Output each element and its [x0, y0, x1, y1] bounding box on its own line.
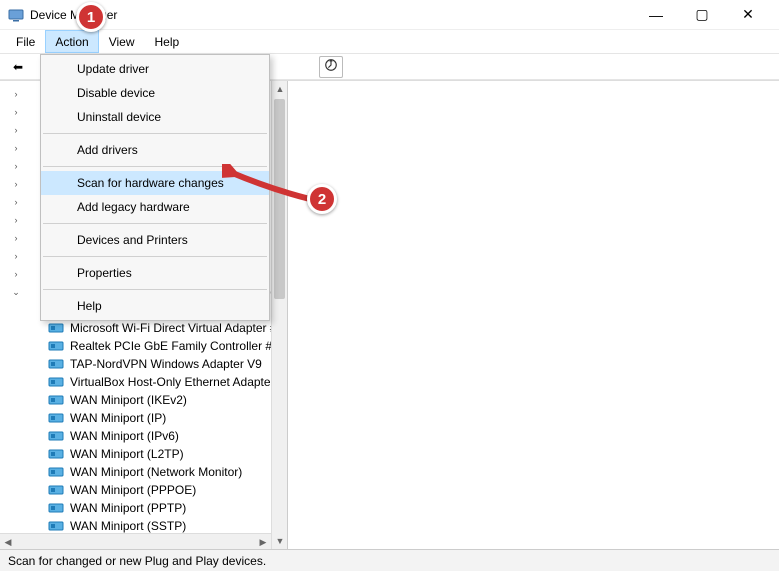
tree-device-row[interactable]: WAN Miniport (IPv6) [6, 427, 287, 445]
tree-device-row[interactable]: WAN Miniport (Network Monitor) [6, 463, 287, 481]
menu-disable-device[interactable]: Disable device [41, 81, 269, 105]
tree-device-label: Realtek PCIe GbE Family Controller #2 [68, 337, 281, 355]
network-adapter-icon [48, 482, 64, 498]
tree-device-row[interactable]: WAN Miniport (PPTP) [6, 499, 287, 517]
network-adapter-icon [48, 338, 64, 354]
chevron-right-icon: › [10, 175, 22, 193]
tree-device-label: VirtualBox Host-Only Ethernet Adapter [68, 373, 277, 391]
tree-device-row[interactable]: Microsoft Wi-Fi Direct Virtual Adapter #… [6, 319, 287, 337]
menubar: File Action View Help [0, 30, 779, 54]
titlebar: Device Manager — ▢ ✕ [0, 0, 779, 30]
chevron-right-icon: › [10, 229, 22, 247]
network-adapter-icon [48, 518, 64, 534]
back-button[interactable]: ⬅ [6, 56, 30, 78]
menu-help[interactable]: Help [41, 294, 269, 318]
chevron-right-icon: › [10, 247, 22, 265]
chevron-right-icon: › [10, 211, 22, 229]
horizontal-scrollbar[interactable]: ◀ ▶ [0, 533, 271, 549]
tree-device-label: WAN Miniport (Network Monitor) [68, 463, 244, 481]
menu-properties[interactable]: Properties [41, 261, 269, 285]
status-text: Scan for changed or new Plug and Play de… [8, 554, 266, 568]
tree-device-row[interactable]: WAN Miniport (L2TP) [6, 445, 287, 463]
menu-add-drivers[interactable]: Add drivers [41, 138, 269, 162]
tree-device-label: Microsoft Wi-Fi Direct Virtual Adapter #… [68, 319, 285, 337]
network-adapter-icon [48, 320, 64, 336]
tree-device-row[interactable]: WAN Miniport (PPPOE) [6, 481, 287, 499]
network-adapter-icon [48, 410, 64, 426]
tree-device-label: WAN Miniport (IPv6) [68, 427, 181, 445]
chevron-right-icon: › [10, 121, 22, 139]
tree-device-label: WAN Miniport (IKEv2) [68, 391, 189, 409]
scan-icon [324, 58, 338, 75]
menu-action[interactable]: Action [45, 30, 98, 53]
chevron-right-icon: › [10, 157, 22, 175]
tree-device-row[interactable]: Realtek PCIe GbE Family Controller #2 [6, 337, 287, 355]
minimize-button[interactable]: — [633, 0, 679, 30]
scroll-right-icon[interactable]: ▶ [255, 534, 271, 549]
annotation-badge-1: 1 [76, 2, 106, 32]
network-adapter-icon [48, 464, 64, 480]
tree-device-label: WAN Miniport (IP) [68, 409, 168, 427]
network-adapter-icon [48, 392, 64, 408]
network-adapter-icon [48, 374, 64, 390]
menu-help[interactable]: Help [145, 30, 190, 53]
network-adapter-icon [48, 428, 64, 444]
menu-file[interactable]: File [6, 30, 45, 53]
chevron-down-icon: ⌄ [10, 283, 22, 301]
tree-device-label: WAN Miniport (PPTP) [68, 499, 188, 517]
tree-device-label: WAN Miniport (PPPOE) [68, 481, 198, 499]
vertical-scrollbar[interactable]: ▲ ▼ [271, 81, 287, 549]
close-button[interactable]: ✕ [725, 0, 771, 30]
chevron-right-icon: › [10, 103, 22, 121]
menu-uninstall-device[interactable]: Uninstall device [41, 105, 269, 129]
details-pane [288, 81, 779, 549]
tree-device-row[interactable]: WAN Miniport (IP) [6, 409, 287, 427]
scroll-left-icon[interactable]: ◀ [0, 534, 16, 549]
scroll-up-icon[interactable]: ▲ [272, 81, 288, 97]
tree-device-label: TAP-NordVPN Windows Adapter V9 [68, 355, 264, 373]
chevron-right-icon: › [10, 139, 22, 157]
tree-device-row[interactable]: WAN Miniport (IKEv2) [6, 391, 287, 409]
menu-update-driver[interactable]: Update driver [41, 57, 269, 81]
network-adapter-icon [48, 500, 64, 516]
menu-devices-printers[interactable]: Devices and Printers [41, 228, 269, 252]
menu-view[interactable]: View [99, 30, 145, 53]
app-icon [8, 7, 24, 23]
scan-button[interactable] [319, 56, 343, 78]
chevron-right-icon: › [10, 85, 22, 103]
network-adapter-icon [48, 356, 64, 372]
menu-separator [43, 256, 267, 257]
tree-device-row[interactable]: VirtualBox Host-Only Ethernet Adapter [6, 373, 287, 391]
menu-separator [43, 289, 267, 290]
tree-device-label: WAN Miniport (L2TP) [68, 445, 186, 463]
menu-separator [43, 133, 267, 134]
tree-device-row[interactable]: TAP-NordVPN Windows Adapter V9 [6, 355, 287, 373]
window-controls: — ▢ ✕ [633, 0, 771, 30]
maximize-button[interactable]: ▢ [679, 0, 725, 30]
status-bar: Scan for changed or new Plug and Play de… [0, 549, 779, 571]
chevron-right-icon: › [10, 193, 22, 211]
arrow-left-icon: ⬅ [13, 60, 23, 74]
scroll-down-icon[interactable]: ▼ [272, 533, 288, 549]
network-adapter-icon [48, 446, 64, 462]
annotation-badge-2: 2 [307, 184, 337, 214]
menu-separator [43, 223, 267, 224]
chevron-right-icon: › [10, 265, 22, 283]
